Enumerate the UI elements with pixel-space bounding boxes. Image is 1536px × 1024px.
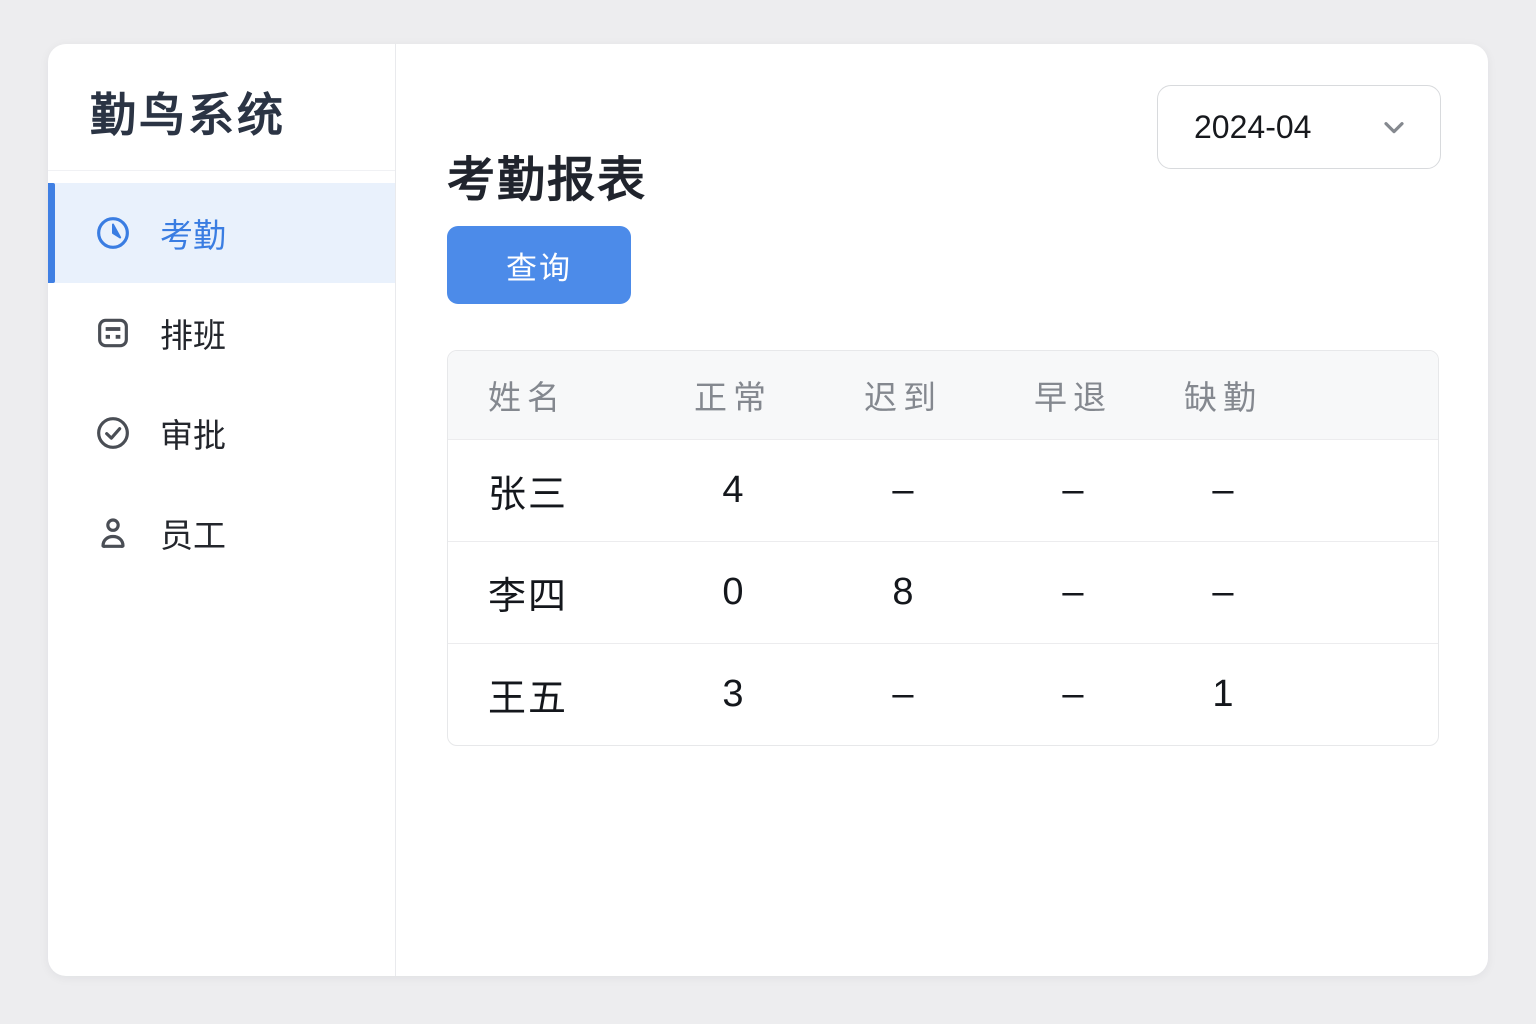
month-select-value: 2024-04: [1194, 108, 1312, 145]
sidebar-item-employees[interactable]: 员工: [48, 483, 395, 583]
sidebar-item-label: 考勤: [160, 217, 226, 254]
app-window: 勤鸟系统 考勤 排班 审批 员工 考勤报表 2024-04 查询 姓名 正常 迟…: [48, 44, 1488, 976]
attendance-table: 姓名 正常 迟到 早退 缺勤 张三 4 – – – 李四 0 8 – – 王五 …: [447, 350, 1439, 746]
column-header-absent: 缺勤: [1184, 379, 1262, 416]
sidebar-item-attendance[interactable]: 考勤: [48, 183, 395, 283]
sidebar-item-approval[interactable]: 审批: [48, 383, 395, 483]
cell-name: 李四: [488, 576, 569, 618]
cell-name: 王五: [488, 678, 569, 720]
page-background: 勤鸟系统 考勤 排班 审批 员工 考勤报表 2024-04 查询 姓名 正常 迟…: [0, 0, 1536, 1024]
query-button[interactable]: 查询: [447, 226, 631, 304]
table-header-row: 姓名 正常 迟到 早退 缺勤: [448, 351, 1438, 439]
cell-early-leave: –: [1062, 571, 1084, 613]
table-row: 李四 0 8 – –: [448, 541, 1438, 643]
cell-name: 张三: [488, 474, 569, 516]
app-title: 勤鸟系统: [48, 44, 395, 171]
cell-absent: 1: [1212, 673, 1234, 715]
cell-absent: –: [1212, 469, 1234, 511]
cell-normal: 3: [722, 673, 744, 715]
clock-icon: [93, 213, 133, 253]
schedule-icon: [93, 313, 133, 353]
main-content: 考勤报表 2024-04 查询 姓名 正常 迟到 早退 缺勤 张三 4 – – …: [396, 44, 1488, 976]
month-select[interactable]: 2024-04: [1157, 85, 1441, 169]
column-header-early-leave: 早退: [1034, 379, 1112, 416]
column-header-normal: 正常: [694, 379, 772, 416]
cell-normal: 0: [722, 571, 744, 613]
table-row: 王五 3 – – 1: [448, 643, 1438, 745]
sidebar-item-label: 排班: [160, 317, 226, 354]
cell-late: –: [892, 469, 914, 511]
cell-late: 8: [892, 571, 914, 613]
chevron-down-icon: [1384, 122, 1404, 134]
sidebar-item-label: 员工: [160, 517, 226, 554]
person-icon: [93, 513, 133, 553]
table-row: 张三 4 – – –: [448, 439, 1438, 541]
active-indicator-bar: [48, 183, 55, 283]
sidebar-item-scheduling[interactable]: 排班: [48, 283, 395, 383]
cell-late: –: [892, 673, 914, 715]
cell-early-leave: –: [1062, 469, 1084, 511]
cell-absent: –: [1212, 571, 1234, 613]
column-header-late: 迟到: [864, 379, 942, 416]
cell-normal: 4: [722, 469, 744, 511]
sidebar-menu: 考勤 排班 审批 员工: [48, 171, 395, 583]
column-header-name: 姓名: [488, 379, 566, 416]
page-title: 考勤报表: [447, 154, 648, 207]
cell-early-leave: –: [1062, 673, 1084, 715]
sidebar: 勤鸟系统 考勤 排班 审批 员工: [48, 44, 396, 976]
check-circle-icon: [93, 413, 133, 453]
sidebar-item-label: 审批: [160, 417, 226, 454]
